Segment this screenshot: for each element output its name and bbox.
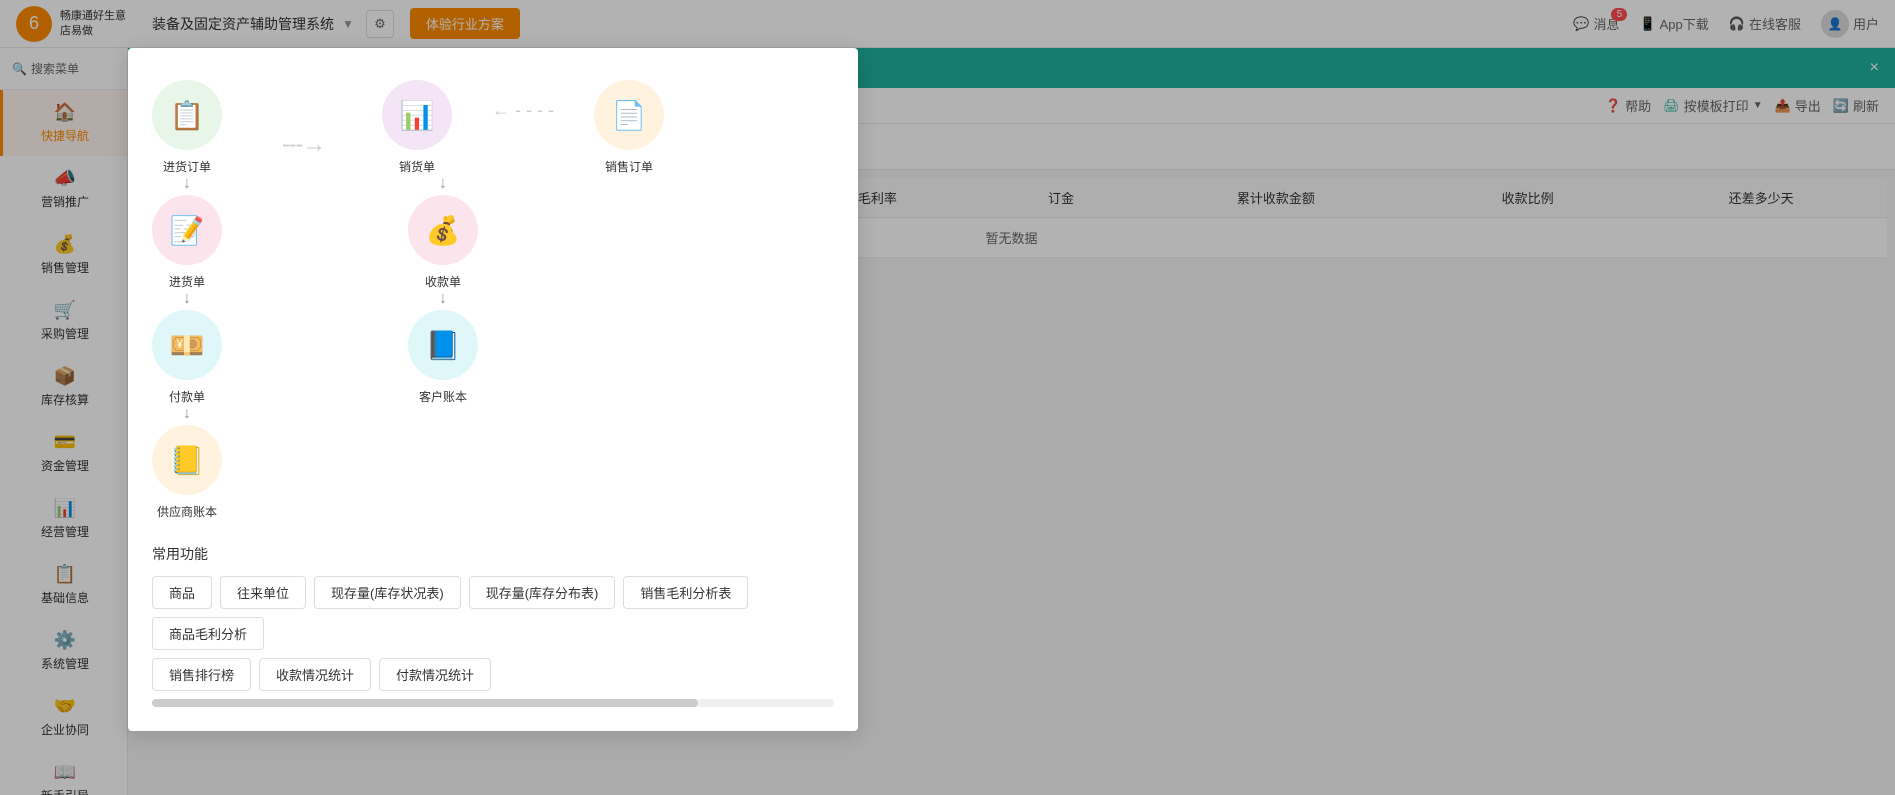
arrow-down-4: ↓ bbox=[439, 175, 447, 195]
receipt-icon: 💰 bbox=[408, 195, 478, 265]
workflow-modal: 📋 进货订单 ↓ 📝 进货单 ↓ 💴 付款单 ↓ 📒 供应商账本 - - - → bbox=[128, 48, 858, 731]
modal-scrollbar-track bbox=[152, 699, 834, 707]
receipt-label: 收款单 bbox=[425, 273, 461, 290]
func-btn-receipt-stats[interactable]: 收款情况统计 bbox=[259, 658, 371, 691]
sales-order-label: 销售订单 bbox=[605, 158, 653, 175]
func-btn-stock-status[interactable]: 现存量(库存状况表) bbox=[314, 576, 461, 609]
func-btn-stock-dist[interactable]: 现存量(库存分布表) bbox=[469, 576, 616, 609]
payment-node: 💴 付款单 bbox=[152, 310, 222, 405]
function-buttons-row2: 销售排行榜 收款情况统计 付款情况统计 bbox=[152, 658, 834, 691]
customer-ledger-icon: 📘 bbox=[408, 310, 478, 380]
func-btn-sales-rank[interactable]: 销售排行榜 bbox=[152, 658, 251, 691]
receipt-node: 💰 收款单 bbox=[408, 195, 478, 290]
payment-label: 付款单 bbox=[169, 388, 205, 405]
purchase-receipt-icon: 📝 bbox=[152, 195, 222, 265]
func-btn-sales-margin[interactable]: 销售毛利分析表 bbox=[623, 576, 748, 609]
sales-receipt-icon: 📊 bbox=[382, 80, 452, 150]
common-functions-title: 常用功能 bbox=[152, 544, 834, 564]
common-functions: 常用功能 商品 往来单位 现存量(库存状况表) 现存量(库存分布表) 销售毛利分… bbox=[152, 544, 834, 691]
sales-order-node: 📄 销售订单 bbox=[594, 80, 664, 175]
sales-receipt-node: 📊 销货单 bbox=[382, 80, 452, 175]
arrow-down-3: ↓ bbox=[183, 405, 191, 425]
func-btn-partner[interactable]: 往来单位 bbox=[220, 576, 306, 609]
purchase-order-label: 进货订单 bbox=[163, 158, 211, 175]
customer-ledger-label: 客户账本 bbox=[419, 388, 467, 405]
arrow-down-1: ↓ bbox=[183, 175, 191, 195]
function-buttons: 商品 往来单位 现存量(库存状况表) 现存量(库存分布表) 销售毛利分析表 商品… bbox=[152, 576, 834, 650]
func-btn-payment-stats[interactable]: 付款情况统计 bbox=[379, 658, 491, 691]
sales-order-icon: 📄 bbox=[594, 80, 664, 150]
purchase-order-icon: 📋 bbox=[152, 80, 222, 150]
supplier-ledger-icon: 📒 bbox=[152, 425, 222, 495]
payment-icon: 💴 bbox=[152, 310, 222, 380]
purchase-receipt-label: 进货单 bbox=[169, 273, 205, 290]
arrow-down-5: ↓ bbox=[439, 290, 447, 310]
modal-scrollbar-thumb[interactable] bbox=[152, 699, 698, 707]
sales-receipt-label: 销货单 bbox=[399, 158, 435, 175]
func-btn-goods[interactable]: 商品 bbox=[152, 576, 212, 609]
purchase-order-node: 📋 进货订单 bbox=[152, 80, 222, 175]
func-btn-goods-margin[interactable]: 商品毛利分析 bbox=[152, 617, 264, 650]
customer-ledger-node: 📘 客户账本 bbox=[408, 310, 478, 405]
supplier-ledger-label: 供应商账本 bbox=[157, 503, 217, 520]
supplier-ledger-node: 📒 供应商账本 bbox=[152, 425, 222, 520]
arrow-down-2: ↓ bbox=[183, 290, 191, 310]
purchase-receipt-node: 📝 进货单 bbox=[152, 195, 222, 290]
